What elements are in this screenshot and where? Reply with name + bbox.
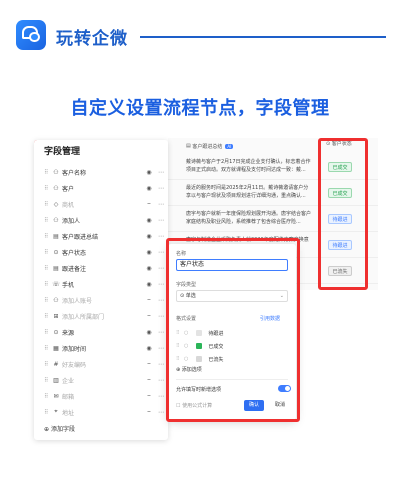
eye-icon[interactable]: ◉ (144, 185, 154, 192)
field-row[interactable]: ⠿ ☏ 手机 ◉ ⋯ (34, 276, 168, 292)
calendar-icon: ▦ (53, 344, 59, 352)
field-row[interactable]: ⠿ ✉ 邮箱 ⌣ ⋯ (34, 388, 168, 404)
field-row[interactable]: ⠿ # 好友编码 ⌣ ⋯ (34, 356, 168, 372)
building-icon: ▥ (53, 376, 59, 384)
summary-column-header[interactable]: ▤ 客户跟进总结 AI (186, 140, 234, 152)
more-icon[interactable]: ⋯ (154, 185, 168, 192)
field-row[interactable]: ⠿ ⌖ 地址 ⌣ ⋯ (34, 404, 168, 420)
field-label: 手机 (62, 281, 75, 289)
plus-icon: ⊕ (44, 426, 50, 433)
field-label: 来源 (62, 329, 75, 337)
field-row[interactable]: ⠿ ▤ 跟进备注 ◉ ⋯ (34, 260, 168, 276)
field-label: 添加时间 (62, 345, 87, 353)
eye-off-icon[interactable]: ⌣ (144, 408, 154, 416)
eye-off-icon[interactable]: ⌣ (144, 392, 154, 400)
eye-icon[interactable]: ◉ (144, 233, 154, 240)
more-icon[interactable]: ⋯ (154, 217, 168, 224)
field-row[interactable]: ⠿ ⊞ 添加人所属部门 ⌣ ⋯ (34, 308, 168, 324)
header-divider (140, 36, 386, 38)
eye-icon[interactable]: ◉ (144, 329, 154, 336)
field-row[interactable]: ⠿ ⚇ 客户 ◉ ⋯ (34, 180, 168, 196)
field-row[interactable]: ⠿ ⚇ 添加人账号 ⌣ ⋯ (34, 292, 168, 308)
field-row[interactable]: ⠿ ▤ 客户跟进总结 ◉ ⋯ (34, 228, 168, 244)
field-label: 客户状态 (62, 249, 87, 257)
add-field-button[interactable]: ⊕ 添加字段 (44, 424, 75, 433)
field-row[interactable]: ⠿ ⚇ 添加人 ◉ ⋯ (34, 212, 168, 228)
field-label: 客户 (62, 185, 75, 193)
circle-icon: ⊙ (53, 248, 59, 256)
field-label: 商机 (62, 201, 75, 209)
eye-icon[interactable]: ◉ (144, 249, 154, 256)
eye-off-icon[interactable]: ⌣ (144, 296, 154, 304)
field-management-panel: 字段管理 ⠿ ⚇ 客户名称 ◉ ⋯ ⠿ ⚇ 客户 ◉ ⋯ ⠿ ◇ 商机 ⌣ ⋯ ⠿ ⚇ 添加人 ◉ ⋯ ⠿ ▤ 客户跟进总结… (34, 140, 168, 440)
eye-off-icon[interactable]: ⌣ (144, 376, 154, 384)
summary-cell: 最近的服务时间是2025年2月11日。戴诗薇邀请客户分享以与客户现状及项目规划进… (186, 185, 309, 199)
field-label: 客户跟进总结 (62, 233, 99, 241)
circle-icon: ⊙ (53, 328, 59, 336)
eye-off-icon[interactable]: ⌣ (144, 360, 154, 368)
field-row[interactable]: ⠿ ⊙ 来源 ◉ ⋯ (34, 324, 168, 340)
status-column-highlight (318, 138, 368, 290)
app-header: 玩转企微 (0, 0, 400, 62)
doc-icon: ▤ (53, 264, 59, 272)
more-icon[interactable]: ⋯ (154, 201, 168, 208)
eye-off-icon[interactable]: ⌣ (144, 312, 154, 320)
more-icon[interactable]: ⋯ (154, 169, 168, 176)
person-icon: ⚇ (53, 216, 59, 224)
mail-icon: ✉ (53, 392, 59, 400)
hash-icon: # (53, 360, 59, 368)
popup-highlight (166, 238, 300, 422)
eye-icon[interactable]: ◉ (144, 265, 154, 272)
person-icon: ⚇ (53, 168, 59, 176)
brand-name: 玩转企微 (56, 29, 128, 49)
field-label: 添加人账号 (62, 297, 93, 305)
field-row[interactable]: ⠿ ◇ 商机 ⌣ ⋯ (34, 196, 168, 212)
summary-cell: 戴诗薇与客户于2月17日完成企业支付确认，标志着合作项目正式启动。双方就课程及支… (186, 159, 311, 173)
field-label: 企业 (62, 377, 75, 385)
tag-icon: ◇ (53, 200, 59, 208)
field-label: 邮箱 (62, 393, 75, 401)
panel-title: 字段管理 (44, 147, 81, 157)
wecom-logo-icon (16, 20, 46, 50)
field-label: 客户名称 (62, 169, 87, 177)
field-row[interactable]: ⠿ ⊙ 客户状态 ◉ ⋯ (34, 244, 168, 260)
eye-icon[interactable]: ◉ (144, 281, 154, 288)
org-icon: ⊞ (53, 312, 59, 320)
ai-badge: AI (225, 143, 234, 149)
eye-off-icon[interactable]: ⌣ (144, 200, 154, 208)
eye-icon[interactable]: ◉ (144, 169, 154, 176)
field-row[interactable]: ⠿ ⚇ 客户名称 ◉ ⋯ (34, 164, 168, 180)
person-icon: ⚇ (53, 184, 59, 192)
doc-icon: ▤ (53, 232, 59, 240)
headline: 自定义设置流程节点，字段管理 (70, 98, 330, 119)
field-row[interactable]: ⠿ ▦ 添加时间 ◉ ⋯ (34, 340, 168, 356)
field-label: 地址 (62, 409, 75, 417)
field-label: 添加人 (62, 217, 81, 225)
phone-icon: ☏ (52, 280, 60, 288)
field-label: 好友编码 (62, 361, 87, 369)
person-icon: ⚇ (53, 296, 59, 304)
field-label: 添加人所属部门 (62, 313, 105, 321)
field-row[interactable]: ⠿ ▥ 企业 ⌣ ⋯ (34, 372, 168, 388)
field-label: 跟进备注 (62, 265, 87, 273)
pin-icon: ⌖ (54, 408, 58, 415)
eye-icon[interactable]: ◉ (144, 345, 154, 352)
summary-cell: 唐宇与客户就新一年度保险规划展开沟通。唐宇结合客户家庭结构及职业风险，系统推荐了… (186, 211, 312, 225)
eye-icon[interactable]: ◉ (144, 217, 154, 224)
